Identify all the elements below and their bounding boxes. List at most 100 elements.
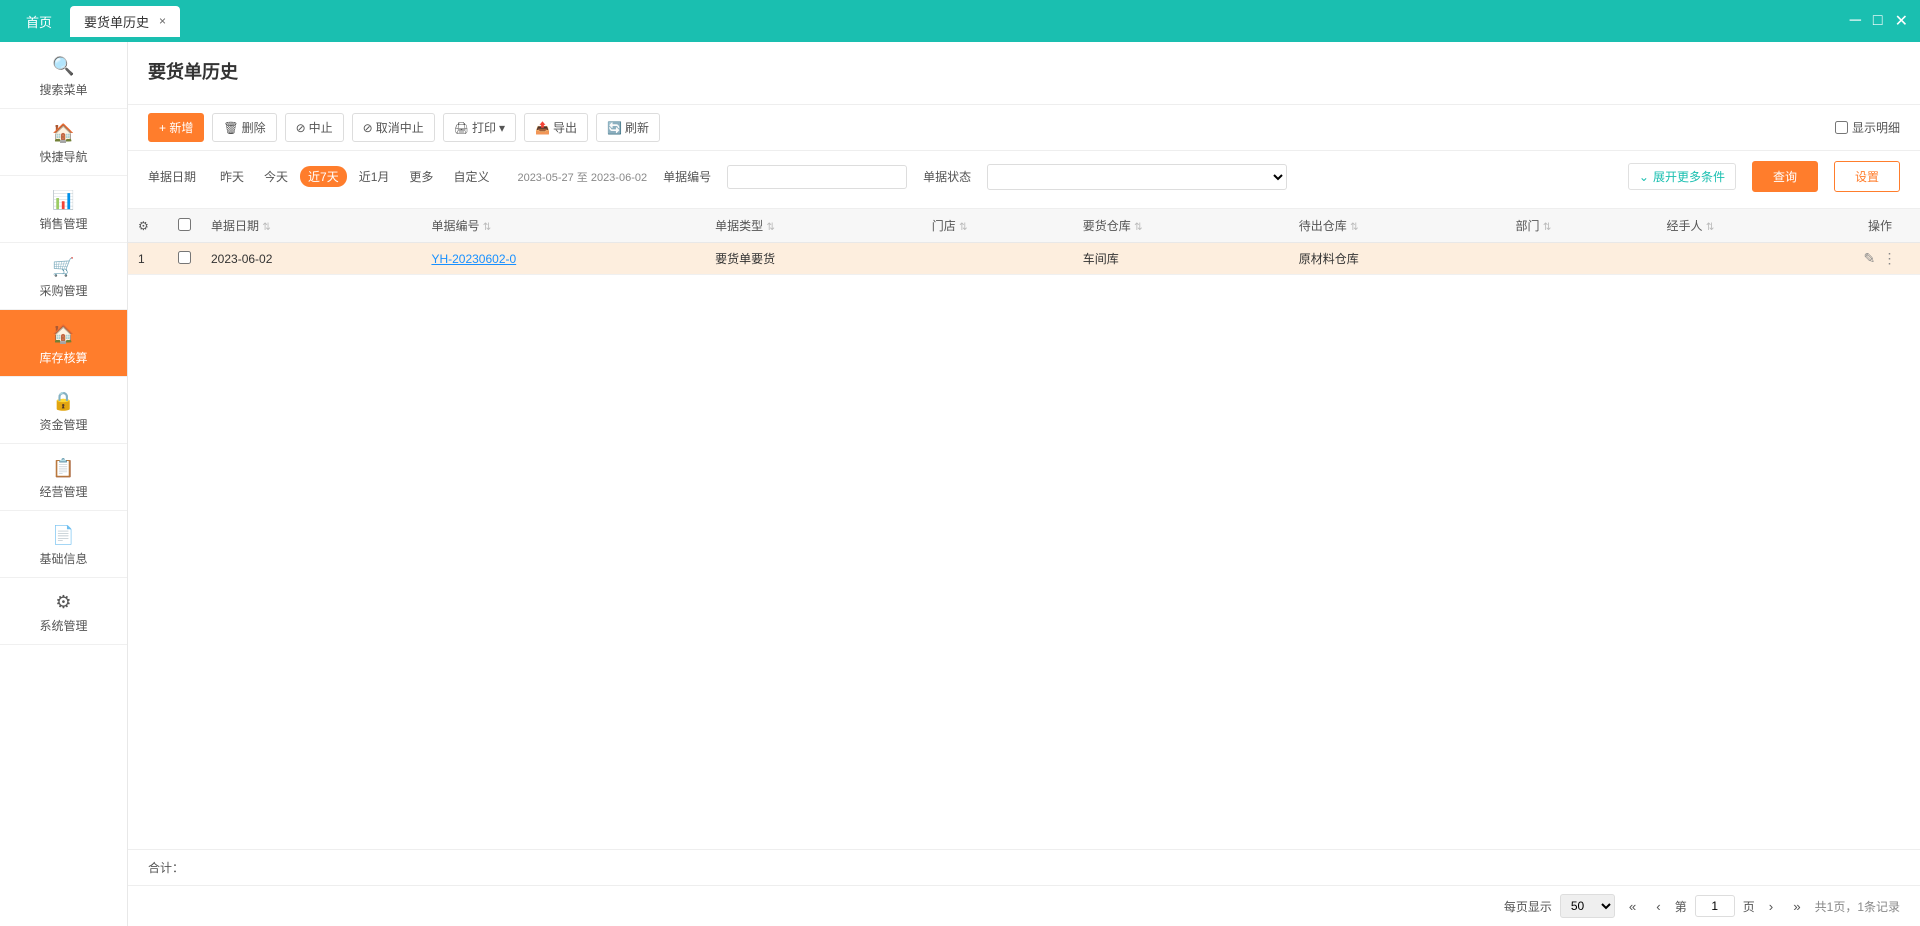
total-info: 共1页，1条记录 (1815, 898, 1900, 915)
sidebar-item-operation[interactable]: 📋 经营管理 (0, 444, 127, 511)
sort-doc-number-icon: ⇅ (483, 222, 491, 233)
page-suffix: 页 (1743, 898, 1755, 915)
pagination: 每页显示 50 100 « ‹ 第 页 › » 共1页，1条记录 (128, 885, 1920, 926)
print-icon: 🖨 (454, 121, 469, 135)
delete-button[interactable]: 🗑 删除 (212, 113, 276, 142)
doc-number-input[interactable] (727, 165, 907, 189)
page-label: 第 (1675, 898, 1687, 915)
date-btn-1month[interactable]: 近1月 (351, 166, 398, 187)
query-button[interactable]: 查询 (1752, 161, 1818, 192)
sidebar-item-inventory[interactable]: 🏠 库存核算 (0, 310, 127, 377)
cancel-stop-icon: ⊘ (363, 121, 373, 135)
sidebar-item-basic-info[interactable]: 📄 基础信息 (0, 511, 127, 578)
content-area: 要货单历史 + 新增 🗑 删除 ⊘ 中止 ⊘ 取消中止 (128, 42, 1920, 926)
table-body: 1 2023-06-02 YH-20230602-0 要货单要货 车间库 原材料… (128, 243, 1920, 275)
print-button[interactable]: 🖨 打印 ▾ (443, 113, 516, 142)
expand-filter-button[interactable]: ⌄ 展开更多条件 (1628, 163, 1736, 190)
row-req-warehouse: 车间库 (1073, 243, 1289, 275)
display-detail-checkbox[interactable] (1835, 121, 1848, 134)
display-detail-toggle[interactable]: 显示明细 (1835, 119, 1900, 136)
row-dest-warehouse: 原材料仓库 (1289, 243, 1506, 275)
per-page-label: 每页显示 (1504, 898, 1552, 915)
row-checkbox-cell[interactable] (168, 243, 201, 275)
date-range-display: 2023-05-27 至 2023-06-02 (517, 169, 647, 185)
settings-button[interactable]: 设置 (1834, 161, 1900, 192)
doc-number-label: 单据编号 (663, 168, 711, 185)
top-bar: 首页 要货单历史 × ─ □ ✕ (0, 0, 1920, 42)
page-size-select[interactable]: 50 100 (1560, 894, 1615, 918)
date-filter-buttons: 昨天 今天 近7天 近1月 更多 自定义 (212, 166, 497, 187)
cancel-stop-button[interactable]: ⊘ 取消中止 (352, 113, 435, 142)
print-dropdown-icon: ▾ (499, 121, 505, 135)
content-header: 要货单历史 (128, 42, 1920, 105)
sidebar-item-label: 搜索菜单 (39, 81, 87, 98)
home-tab[interactable]: 首页 (12, 6, 66, 37)
sort-doc-type-icon: ⇅ (766, 222, 774, 233)
stop-button[interactable]: ⊘ 中止 (285, 113, 344, 142)
delete-icon: 🗑 (223, 121, 238, 135)
app-container: 首页 要货单历史 × ─ □ ✕ 🔍 搜索菜单 🏠 快捷导航 📊 (0, 0, 1920, 926)
col-checkbox[interactable] (168, 209, 201, 243)
sort-handler-icon: ⇅ (1706, 222, 1714, 233)
sidebar-item-quick-nav[interactable]: 🏠 快捷导航 (0, 109, 127, 176)
main-area: 🔍 搜索菜单 🏠 快捷导航 📊 销售管理 🛒 采购管理 🏠 库存核算 🔒 (0, 42, 1920, 926)
sort-dept-icon: ⇅ (1543, 222, 1551, 233)
date-btn-custom[interactable]: 自定义 (445, 166, 497, 187)
page-input[interactable] (1695, 895, 1735, 917)
row-doc-number[interactable]: YH-20230602-0 (421, 243, 705, 275)
col-store[interactable]: 门店 ⇅ (922, 209, 1073, 243)
row-more-icon[interactable]: ⋮ (1883, 250, 1897, 266)
sidebar-item-purchase[interactable]: 🛒 采购管理 (0, 243, 127, 310)
sidebar-item-search-menu[interactable]: 🔍 搜索菜单 (0, 42, 127, 109)
sort-req-warehouse-icon: ⇅ (1134, 222, 1142, 233)
active-tab[interactable]: 要货单历史 × (70, 6, 180, 37)
col-settings[interactable]: ⚙ (128, 209, 168, 243)
row-num: 1 (128, 243, 168, 275)
row-checkbox[interactable] (178, 251, 191, 264)
col-doc-number[interactable]: 单据编号 ⇅ (421, 209, 705, 243)
minimize-icon[interactable]: ─ (1850, 12, 1861, 30)
maximize-icon[interactable]: □ (1873, 12, 1883, 30)
row-edit-icon[interactable]: ✎ (1863, 250, 1875, 266)
sidebar-item-label: 资金管理 (39, 416, 87, 433)
col-req-warehouse[interactable]: 要货仓库 ⇅ (1073, 209, 1289, 243)
sort-store-icon: ⇅ (959, 222, 967, 233)
tab-close-icon[interactable]: × (159, 14, 166, 28)
doc-status-label: 单据状态 (923, 168, 971, 185)
new-button[interactable]: + 新增 (148, 113, 204, 142)
sort-dest-warehouse-icon: ⇅ (1350, 222, 1358, 233)
col-doc-date[interactable]: 单据日期 ⇅ (201, 209, 421, 243)
doc-status-select[interactable] (987, 164, 1287, 190)
date-btn-more[interactable]: 更多 (401, 166, 441, 187)
col-ops: 操作 (1840, 209, 1920, 243)
sidebar-item-label: 系统管理 (39, 617, 87, 634)
last-page-button[interactable]: » (1787, 897, 1806, 916)
col-doc-type[interactable]: 单据类型 ⇅ (705, 209, 922, 243)
date-btn-yesterday[interactable]: 昨天 (212, 166, 252, 187)
refresh-button[interactable]: 🔄 刷新 (596, 113, 660, 142)
next-page-button[interactable]: › (1763, 897, 1779, 916)
export-icon: 📤 (535, 121, 550, 135)
date-btn-today[interactable]: 今天 (256, 166, 296, 187)
export-button[interactable]: 📤 导出 (524, 113, 588, 142)
sidebar-item-sales[interactable]: 📊 销售管理 (0, 176, 127, 243)
row-store (922, 243, 1073, 275)
quick-nav-icon: 🏠 (52, 123, 74, 144)
prev-page-button[interactable]: ‹ (1650, 897, 1666, 916)
col-department[interactable]: 部门 ⇅ (1505, 209, 1656, 243)
system-icon: ⚙ (55, 592, 71, 613)
row-doc-type: 要货单要货 (705, 243, 922, 275)
select-all-checkbox[interactable] (178, 218, 191, 231)
close-window-icon[interactable]: ✕ (1895, 11, 1908, 31)
sidebar: 🔍 搜索菜单 🏠 快捷导航 📊 销售管理 🛒 采购管理 🏠 库存核算 🔒 (0, 42, 128, 926)
sidebar-item-finance[interactable]: 🔒 资金管理 (0, 377, 127, 444)
col-dest-warehouse[interactable]: 待出仓库 ⇅ (1289, 209, 1506, 243)
basic-info-icon: 📄 (52, 525, 74, 546)
sidebar-item-system[interactable]: ⚙ 系统管理 (0, 578, 127, 645)
first-page-button[interactable]: « (1623, 897, 1642, 916)
col-handler[interactable]: 经手人 ⇅ (1656, 209, 1840, 243)
sidebar-item-label: 销售管理 (39, 215, 87, 232)
row-handler (1656, 243, 1840, 275)
date-btn-7days[interactable]: 近7天 (300, 166, 347, 187)
row-ops: ✎ ⋮ (1840, 243, 1920, 275)
